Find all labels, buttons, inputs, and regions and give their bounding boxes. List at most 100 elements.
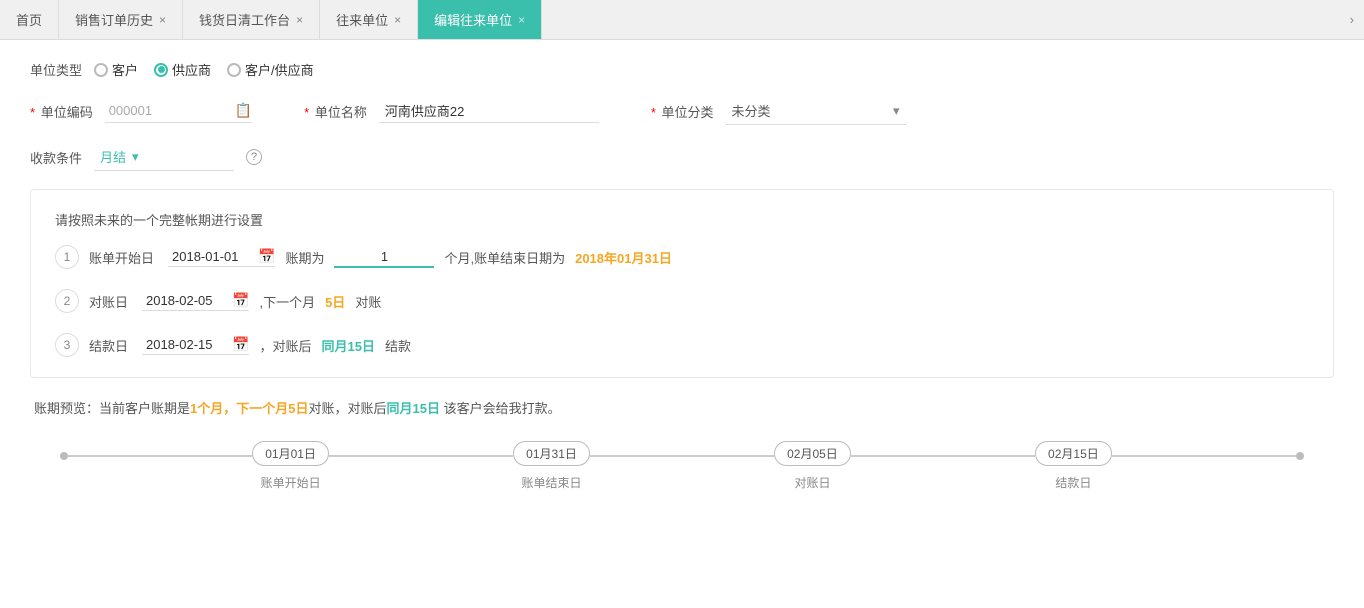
payment-term-help[interactable]: ? [246,149,262,165]
period-end-date: 2018年01月31日 [575,248,672,267]
tl-node-1: 01月01日 账单开始日 [252,441,329,491]
period-desc-1a: 账期为 [285,248,324,267]
tl-label-4: 结款日 [1055,474,1091,491]
period-desc-2b: 对账 [355,292,381,311]
radio-customer-circle [94,63,108,77]
period-title: 请按照未来的一个完整帐期进行设置 [55,210,1309,229]
unit-type-label: 单位类型 [30,60,82,79]
tabs-bar: 首页 销售订单历史 × 钱货日清工作台 × 往来单位 × 编辑往来单位 × › [0,0,1364,40]
tab-more-arrow[interactable]: › [1340,0,1364,39]
period-recon-date-wrap: 📅 [142,291,249,311]
unit-type-radio-group: 客户 供应商 客户/供应商 [94,60,314,79]
tab-cash-work[interactable]: 钱货日清工作台 × [183,0,320,39]
tab-edit-partner-label: 编辑往来单位 [434,10,512,29]
tab-partner[interactable]: 往来单位 × [320,0,418,39]
payment-term-arrow: ▾ [132,149,139,165]
tab-sales-label: 销售订单历史 [75,10,153,29]
radio-supplier-circle [154,63,168,77]
required-star-name: * [304,105,309,120]
unit-type-row: 单位类型 客户 供应商 客户/供应商 [30,60,1334,79]
tab-cash-close[interactable]: × [296,13,303,27]
tab-partner-close[interactable]: × [394,13,401,27]
period-box: 请按照未来的一个完整帐期进行设置 1 账单开始日 📅 账期为 个月,账单结束日期… [30,189,1334,378]
tl-seg-5 [1112,455,1296,457]
preview-part3: 同月15日 [387,401,440,416]
unit-name-label: * 单位名称 [304,102,367,121]
tab-cash-label: 钱货日清工作台 [199,10,290,29]
tl-node-2: 01月31日 账单结束日 [513,441,590,491]
period-desc-2a: ,下一个月 [259,292,315,311]
period-months-input[interactable] [334,247,434,268]
unit-code-row: * 单位编码 📋 * 单位名称 * 单位分类 未分类 ▾ [30,97,1334,125]
period-recon-label: 对账日 [89,292,128,311]
preview-part2: 下一个月5日 [236,401,308,416]
unit-code-label: * 单位编码 [30,102,93,121]
period-pay-day: 同月15日 [321,336,374,355]
tab-sales-history[interactable]: 销售订单历史 × [59,0,183,39]
period-start-cal-icon[interactable]: 📅 [258,248,275,265]
main-content: 单位类型 客户 供应商 客户/供应商 * 单位编码 📋 * [0,40,1364,608]
period-start-label: 账单开始日 [89,248,154,267]
radio-customer[interactable]: 客户 [94,60,138,79]
period-pay-cal-icon[interactable]: 📅 [232,336,249,353]
period-row-3: 3 结款日 📅 ，对账后 同月15日 结款 [55,333,1309,357]
unit-name-input[interactable] [379,99,599,123]
preview-mid: 对账，对账后 [308,401,386,416]
period-num-3: 3 [55,333,79,357]
tl-pill-1: 01月01日 [252,441,329,466]
period-desc-3a: ，对账后 [259,336,311,355]
radio-cs-circle [227,63,241,77]
unit-category-value: 未分类 [732,101,771,120]
required-star-cat: * [651,105,656,120]
radio-supplier-label: 供应商 [172,60,211,79]
period-num-1: 1 [55,245,79,269]
tl-seg-2 [329,455,513,457]
payment-term-value: 月结 [100,147,126,166]
period-desc-1b: 个月,账单结束日期为 [444,248,565,267]
period-recon-cal-icon[interactable]: 📅 [232,292,249,309]
tl-seg-3 [590,455,774,457]
tl-node-4: 02月15日 结款日 [1035,441,1112,491]
radio-customer-label: 客户 [112,60,138,79]
tl-seg-4 [851,455,1035,457]
timeline-container: 01月01日 账单开始日 01月31日 账单结束日 02月05日 对账日 02月… [30,441,1334,491]
tl-pill-3: 02月05日 [774,441,851,466]
period-start-date-input[interactable] [168,247,258,266]
period-pay-label: 结款日 [89,336,128,355]
payment-term-row: 收款条件 月结 ▾ ? [30,143,1334,171]
tl-label-3: 对账日 [794,474,830,491]
tab-sales-close[interactable]: × [159,13,166,27]
tab-home[interactable]: 首页 [0,0,59,39]
payment-term-label: 收款条件 [30,148,82,167]
tab-partner-label: 往来单位 [336,10,388,29]
radio-customer-supplier[interactable]: 客户/供应商 [227,60,314,79]
tab-edit-partner-close[interactable]: × [518,13,525,27]
radio-cs-label: 客户/供应商 [245,60,314,79]
tl-left-dot [60,452,68,460]
tl-pill-2: 01月31日 [513,441,590,466]
tl-right-dot [1296,452,1304,460]
period-recon-date-input[interactable] [142,291,232,310]
preview-prefix: 账期预览：当前客户账期是 [34,401,190,416]
tl-seg-1 [68,455,252,457]
tl-pill-4: 02月15日 [1035,441,1112,466]
tl-node-3: 02月05日 对账日 [774,441,851,491]
preview-part1: 1个月， [190,401,236,416]
radio-supplier[interactable]: 供应商 [154,60,211,79]
period-row-1: 1 账单开始日 📅 账期为 个月,账单结束日期为 2018年01月31日 [55,245,1309,269]
period-pay-date-wrap: 📅 [142,335,249,355]
payment-term-select[interactable]: 月结 ▾ [94,143,234,171]
category-dropdown-icon: ▾ [893,103,900,119]
unit-category-select[interactable]: 未分类 ▾ [726,97,906,125]
tl-label-2: 账单结束日 [522,474,582,491]
unit-code-input[interactable] [105,99,235,122]
required-star-code: * [30,105,35,120]
tab-edit-partner[interactable]: 编辑往来单位 × [418,0,542,39]
period-recon-day: 5日 [325,292,345,311]
period-row-2: 2 对账日 📅 ,下一个月 5日 对账 [55,289,1309,313]
period-start-date-wrap: 📅 [168,247,275,267]
period-pay-date-input[interactable] [142,335,232,354]
unit-code-icon[interactable]: 📋 [235,102,252,119]
unit-category-label: * 单位分类 [651,102,714,121]
period-desc-3b: 结款 [385,336,411,355]
